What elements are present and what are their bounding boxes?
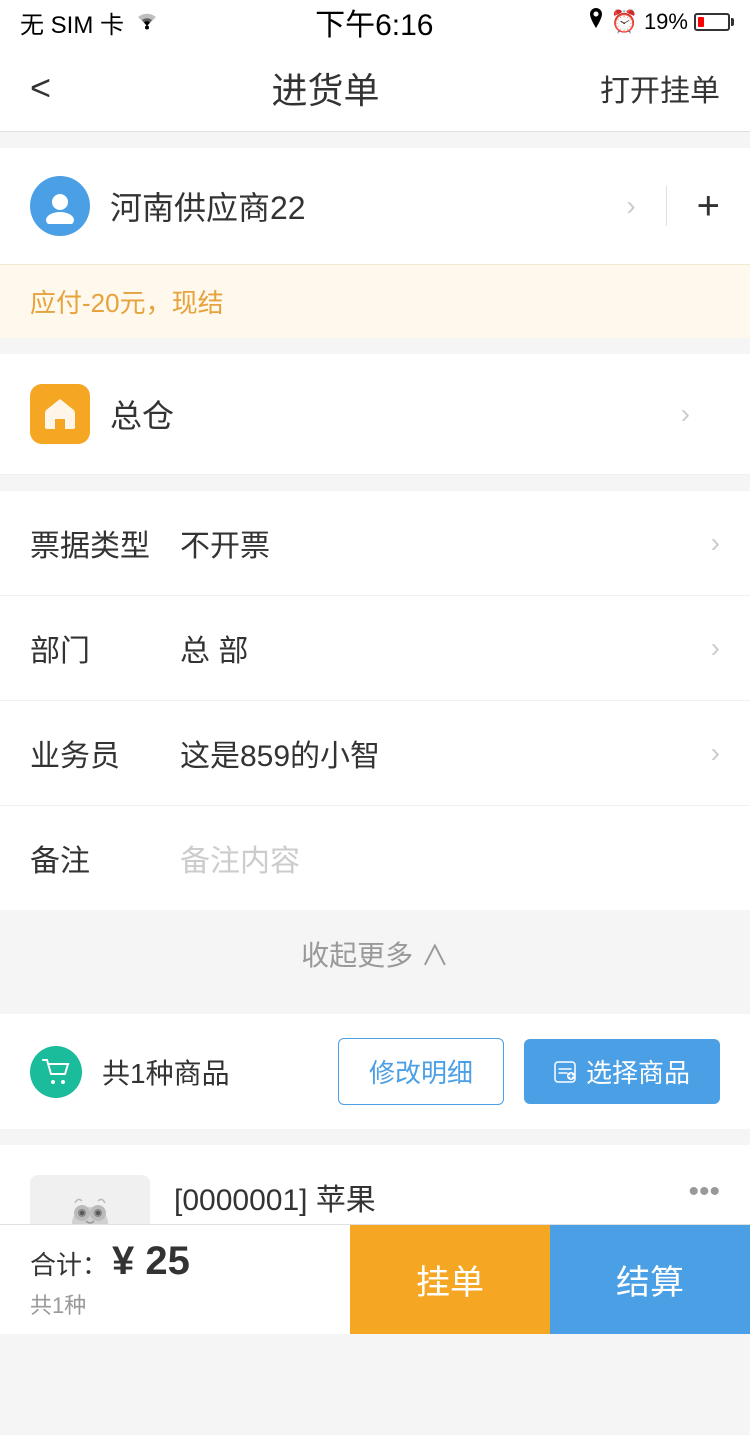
notice-bar: 应付-20元，现结 [0, 264, 750, 338]
warehouse-icon [30, 384, 90, 444]
staff-label: 业务员 [30, 731, 170, 775]
bottom-bar: 合计： ¥ 25 共1种 挂单 结算 [0, 1224, 750, 1334]
product-header: 共1种商品 修改明细 选择商品 [0, 1014, 750, 1129]
department-label: 部门 [30, 626, 170, 670]
staff-chevron-icon: › [711, 737, 720, 769]
total-section: 合计： ¥ 25 共1种 [0, 1225, 350, 1334]
alarm-icon: ⏰ [611, 9, 638, 35]
warehouse-chevron-icon: › [681, 398, 690, 430]
status-carrier: 无 SIM 卡 [20, 5, 162, 40]
staff-row[interactable]: 业务员 这是859的小智 › [0, 701, 750, 806]
total-count: 共1种 [30, 1288, 320, 1320]
invoice-type-value: 不开票 [170, 521, 711, 565]
wifi-icon [132, 8, 162, 37]
collapse-label: 收起更多 ∧ [301, 940, 449, 971]
supplier-row[interactable]: 河南供应商22 › + [0, 148, 750, 264]
status-indicators: ⏰ 19% [587, 8, 730, 36]
supplier-name: 河南供应商22 [110, 183, 626, 229]
status-time: 下午6:16 [315, 0, 433, 44]
product-name: [0000001] 苹果 [174, 1175, 664, 1219]
battery-percent: 19% [644, 9, 688, 35]
nav-bar: < 进货单 打开挂单 [0, 44, 750, 132]
checkout-button[interactable]: 结算 [550, 1225, 750, 1334]
supplier-chevron-icon: › [626, 190, 635, 222]
carrier-text: 无 SIM 卡 [20, 5, 124, 40]
total-label: 合计： [30, 1245, 108, 1282]
product-cart-icon [30, 1046, 82, 1098]
total-amount: ¥ 25 [112, 1239, 190, 1284]
remark-label: 备注 [30, 836, 170, 880]
form-section: 票据类型 不开票 › 部门 总 部 › 业务员 这是859的小智 › 备注 备注… [0, 491, 750, 910]
location-icon [587, 8, 605, 36]
invoice-type-row[interactable]: 票据类型 不开票 › [0, 491, 750, 596]
more-button[interactable]: ••• [688, 1175, 720, 1209]
invoice-type-chevron-icon: › [711, 527, 720, 559]
collapse-bar[interactable]: 收起更多 ∧ [0, 910, 750, 998]
divider [666, 186, 667, 226]
battery-icon [694, 13, 730, 31]
invoice-type-label: 票据类型 [30, 521, 170, 565]
supplier-section: 河南供应商22 › + 应付-20元，现结 [0, 148, 750, 338]
select-product-button[interactable]: 选择商品 [524, 1039, 720, 1104]
warehouse-label: 总仓 [110, 391, 681, 437]
department-chevron-icon: › [711, 632, 720, 664]
edit-detail-button[interactable]: 修改明细 [338, 1038, 504, 1105]
back-button[interactable]: < [30, 67, 51, 109]
product-count: 共1种商品 [102, 1052, 318, 1092]
page-title: 进货单 [272, 62, 380, 114]
warehouse-row[interactable]: 总仓 › [0, 354, 750, 475]
department-value: 总 部 [170, 626, 711, 670]
notice-text: 应付-20元，现结 [30, 288, 224, 318]
status-bar: 无 SIM 卡 下午6:16 ⏰ 19% [0, 0, 750, 44]
remark-row[interactable]: 备注 备注内容 [0, 806, 750, 910]
remark-input[interactable]: 备注内容 [170, 836, 720, 880]
hang-button[interactable]: 挂单 [350, 1225, 550, 1334]
supplier-avatar [30, 176, 90, 236]
staff-value: 这是859的小智 [170, 731, 711, 775]
add-button[interactable]: + [697, 184, 720, 229]
open-pending-button[interactable]: 打开挂单 [600, 66, 720, 110]
select-product-label: 选择商品 [586, 1053, 690, 1090]
department-row[interactable]: 部门 总 部 › [0, 596, 750, 701]
